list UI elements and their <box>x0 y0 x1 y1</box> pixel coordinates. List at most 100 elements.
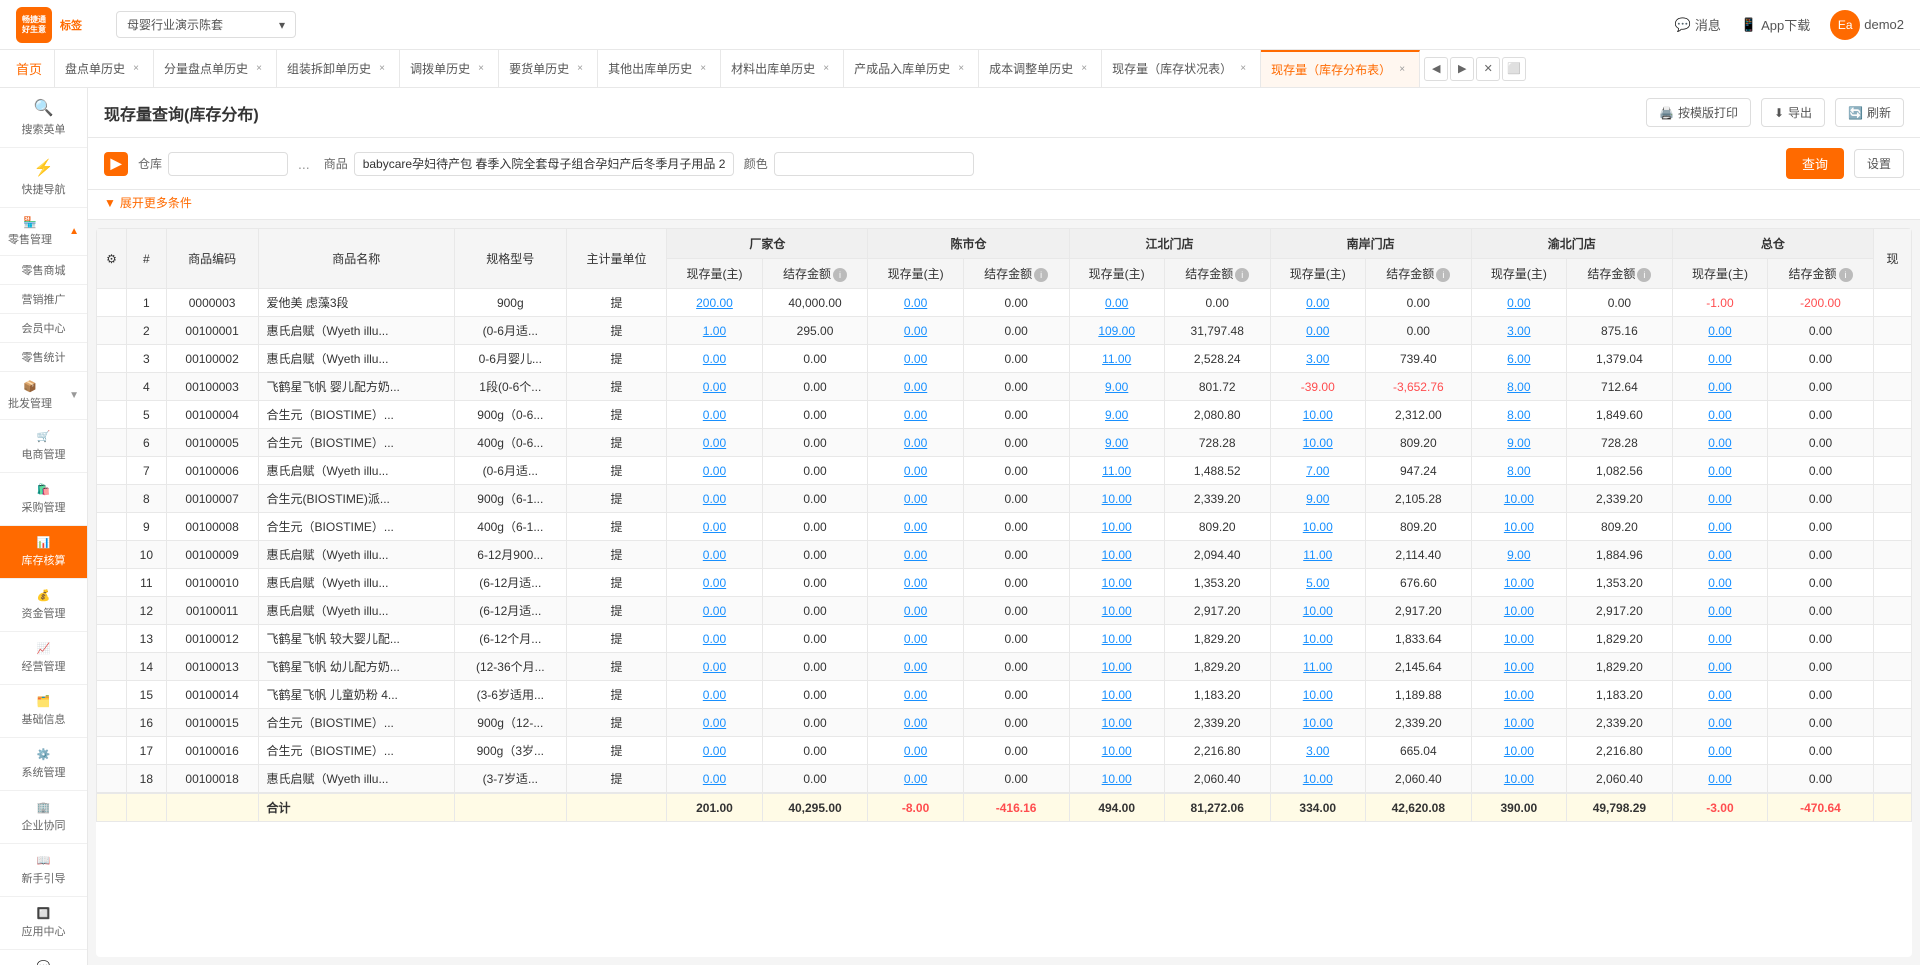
purchase-icon: 🛍️ <box>37 483 51 496</box>
page-title: 现存量查询(库存分布) <box>104 101 259 125</box>
refresh-btn[interactable]: 🔄 刷新 <box>1835 98 1904 127</box>
tab-close-cost-adjust[interactable]: × <box>1077 62 1091 76</box>
sidebar-item-shortcut[interactable]: ⚡ 快捷导航 <box>0 148 87 208</box>
th-yb-qty: 现存量(主) <box>1471 259 1566 289</box>
tab-close-transfer[interactable]: × <box>474 62 488 76</box>
tab-menu-btn[interactable]: ⬜ <box>1502 57 1526 81</box>
settings-btn[interactable]: 设置 <box>1854 149 1904 178</box>
th-unit: 主计量单位 <box>566 229 667 289</box>
yb-amt-info-icon[interactable]: i <box>1637 268 1651 282</box>
tab-close-material-out[interactable]: × <box>819 62 833 76</box>
print-icon: 🖨️ <box>1659 106 1674 120</box>
logo-area: 畅捷通 好生意 标签 <box>16 7 104 43</box>
store-selector[interactable]: 母婴行业演示陈套 ▾ <box>116 11 296 38</box>
message-btn[interactable]: 💬 消息 <box>1675 15 1721 34</box>
app-label: App下载 <box>1761 15 1810 34</box>
tab-stock-dist[interactable]: 现存量（库存分布表） × <box>1261 50 1420 88</box>
app-download-btn[interactable]: 📱 App下载 <box>1741 15 1810 34</box>
user-profile[interactable]: Ea demo2 <box>1830 10 1904 40</box>
print-btn[interactable]: 🖨️ 按模版打印 <box>1646 98 1751 127</box>
sidebar-item-ecommerce[interactable]: 🛒 电商管理 <box>0 420 87 473</box>
f-amt-info-icon[interactable]: i <box>833 268 847 282</box>
sidebar-item-retail[interactable]: 🏪 零售管理 ▲ <box>0 208 87 256</box>
th-goods-name: 商品名称 <box>258 229 454 289</box>
th-factory-wh: 厂家仓 <box>667 229 868 259</box>
tab-purchase-order[interactable]: 要货单历史 × <box>499 50 598 88</box>
sidebar-item-members[interactable]: 会员中心 <box>0 314 87 343</box>
sidebar-item-operations[interactable]: 📈 经营管理 <box>0 632 87 685</box>
t-amt-info-icon[interactable]: i <box>1839 268 1853 282</box>
table-container[interactable]: ⚙ # 商品编码 商品名称 规格型号 主计量单位 厂家仓 陈市仓 江北门店 南岸… <box>96 228 1912 957</box>
goods-input[interactable] <box>354 152 734 176</box>
sidebar-item-apps[interactable]: 🔲 应用中心 <box>0 897 87 950</box>
color-input[interactable] <box>774 152 974 176</box>
basics-icon: 🗂️ <box>37 695 51 708</box>
logo-icon: 畅捷通 好生意 <box>16 7 52 43</box>
tab-close-stock-status[interactable]: × <box>1236 62 1250 76</box>
table-row: 14 00100013 飞鹤星飞帆 幼儿配方奶... (12-36个月... 提… <box>97 653 1912 681</box>
sidebar-item-guide[interactable]: 📖 新手引导 <box>0 844 87 897</box>
tab-prev-btn[interactable]: ◀ <box>1424 57 1448 81</box>
members-label: 会员中心 <box>22 320 66 336</box>
th-jiangbei-store: 江北门店 <box>1069 229 1270 259</box>
c-amt-info-icon[interactable]: i <box>1034 268 1048 282</box>
tab-stock-status[interactable]: 现存量（库存状况表） × <box>1102 50 1261 88</box>
sidebar-item-retail-stats[interactable]: 零售统计 <box>0 343 87 372</box>
tab-other-out[interactable]: 其他出库单历史 × <box>598 50 721 88</box>
sidebar-item-basics[interactable]: 🗂️ 基础信息 <box>0 685 87 738</box>
home-label: 首页 <box>16 59 42 78</box>
tab-home[interactable]: 首页 <box>4 50 55 88</box>
tab-close-product-in[interactable]: × <box>954 62 968 76</box>
sidebar-item-system[interactable]: ⚙️ 系统管理 <box>0 738 87 791</box>
sidebar-item-purchase[interactable]: 🛍️ 采购管理 <box>0 473 87 526</box>
filter-expand-btn[interactable]: ▶ <box>104 152 128 176</box>
th-f-amt: 结存金额i <box>762 259 868 289</box>
tab-close-other-out[interactable]: × <box>696 62 710 76</box>
th-chenshi-wh: 陈市仓 <box>868 229 1069 259</box>
tab-close-all-btn[interactable]: ✕ <box>1476 57 1500 81</box>
tab-close-purchase-order[interactable]: × <box>573 62 587 76</box>
th-t-qty: 现存量(主) <box>1672 259 1767 289</box>
tab-cost-adjust[interactable]: 成本调整单历史 × <box>979 50 1102 88</box>
tab-material-out[interactable]: 材料出库单历史 × <box>721 50 844 88</box>
filter-bar: ▶ 仓库 ... 商品 颜色 查询 设置 <box>88 138 1920 190</box>
th-settings[interactable]: ⚙ <box>97 229 127 289</box>
wholesale-icon: 📦 <box>23 380 37 393</box>
header-actions: 🖨️ 按模版打印 ⬇ 导出 🔄 刷新 <box>1646 98 1904 127</box>
avatar: Ea <box>1830 10 1860 40</box>
sidebar-item-finance[interactable]: 💰 资金管理 <box>0 579 87 632</box>
query-btn[interactable]: 查询 <box>1786 148 1844 179</box>
sidebar-item-inventory[interactable]: 📊 库存核算 <box>0 526 87 579</box>
sidebar-item-marketing[interactable]: 营销推广 <box>0 285 87 314</box>
sidebar-item-search[interactable]: 🔍 搜索英单 <box>0 88 87 148</box>
th-c-qty: 现存量(主) <box>868 259 963 289</box>
tab-transfer[interactable]: 调拨单历史 × <box>400 50 499 88</box>
th-row-num: # <box>127 229 167 289</box>
na-amt-info-icon[interactable]: i <box>1436 268 1450 282</box>
tab-inventory-single[interactable]: 盘点单历史 × <box>55 50 154 88</box>
tab-inventory-sub[interactable]: 分量盘点单历史 × <box>154 50 277 88</box>
refresh-icon: 🔄 <box>1848 106 1863 120</box>
avatar-initials: Ea <box>1838 18 1853 32</box>
marketing-label: 营销推广 <box>22 291 66 307</box>
store-name: 母婴行业演示陈套 <box>127 16 223 33</box>
tab-product-in[interactable]: 产成品入库单历史 × <box>844 50 979 88</box>
sidebar-item-wechat[interactable]: 💬 企业微信 <box>0 950 87 965</box>
table-row: 15 00100014 飞鹤星飞帆 儿童奶粉 4... (3-6岁适用... 提… <box>97 681 1912 709</box>
tab-close-inventory-sub[interactable]: × <box>252 62 266 76</box>
sidebar-item-wholesale[interactable]: 📦 批发管理 ▼ <box>0 372 87 420</box>
warehouse-input[interactable] <box>168 152 288 176</box>
tab-next-btn[interactable]: ▶ <box>1450 57 1474 81</box>
tab-group-disassembly[interactable]: 组装拆卸单历史 × <box>277 50 400 88</box>
sidebar-item-enterprise[interactable]: 🏢 企业协同 <box>0 791 87 844</box>
th-f-qty: 现存量(主) <box>667 259 762 289</box>
expand-condition-btn[interactable]: ▼ 展开更多条件 <box>104 194 1904 211</box>
tab-close-inventory-single[interactable]: × <box>129 62 143 76</box>
retail-stats-label: 零售统计 <box>22 349 66 365</box>
export-btn[interactable]: ⬇ 导出 <box>1761 98 1825 127</box>
th-na-qty: 现存量(主) <box>1270 259 1365 289</box>
tab-close-stock-dist[interactable]: × <box>1395 63 1409 77</box>
jb-amt-info-icon[interactable]: i <box>1235 268 1249 282</box>
sidebar-item-retail-mall[interactable]: 零售商城 <box>0 256 87 285</box>
tab-close-group-disassembly[interactable]: × <box>375 62 389 76</box>
